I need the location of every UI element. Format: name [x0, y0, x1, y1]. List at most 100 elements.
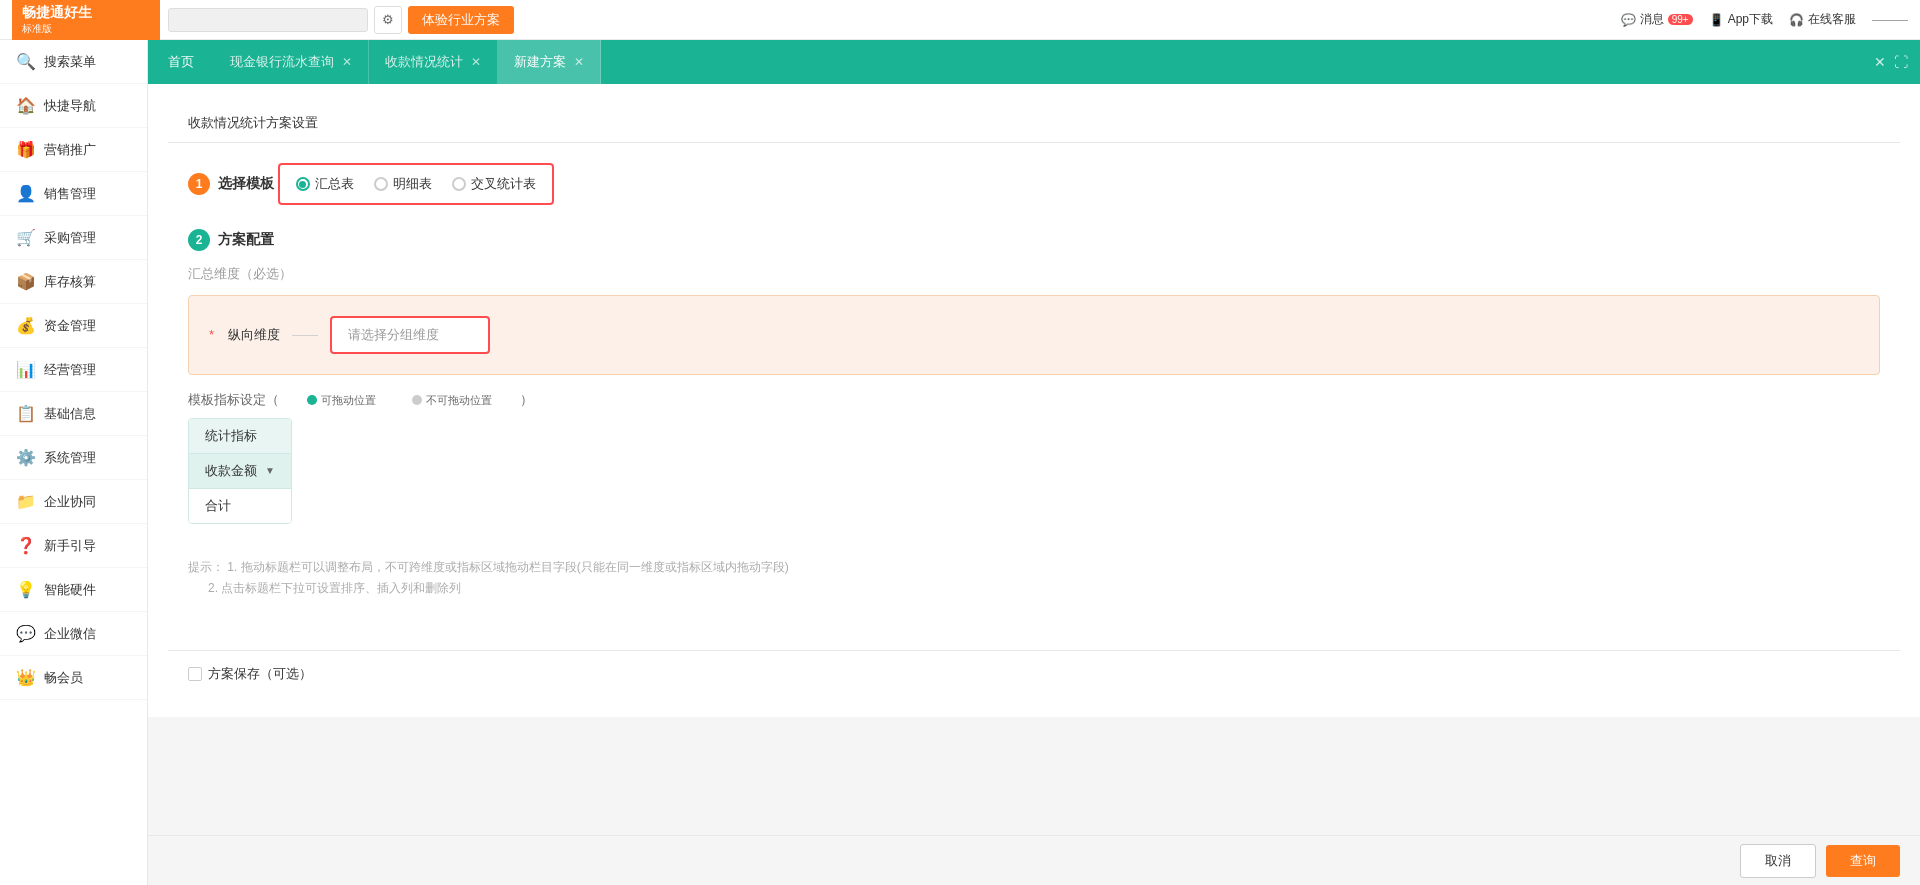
radio-cross-label: 交叉统计表 [471, 175, 536, 193]
service-label: 在线客服 [1808, 11, 1856, 28]
tab-close-all-button[interactable]: ✕ [1874, 54, 1886, 70]
sidebar-item-hardware[interactable]: 💡 智能硬件 [0, 568, 147, 612]
download-icon: 📱 [1709, 13, 1724, 27]
sidebar-item-enterprise[interactable]: 📁 企业协同 [0, 480, 147, 524]
sidebar-item-sales[interactable]: 👤 销售管理 [0, 172, 147, 216]
dimension-section-label: 汇总维度（必选） [188, 265, 1880, 283]
step2-circle: 2 [188, 229, 210, 251]
message-label: 消息 [1640, 11, 1664, 28]
inventory-icon: 📦 [16, 272, 36, 291]
tab-collection-stat-label: 收款情况统计 [385, 53, 463, 71]
message-badge: 99+ [1668, 14, 1693, 25]
metrics-table-header[interactable]: 统计指标 [189, 419, 291, 454]
user-area[interactable]: ——— [1872, 13, 1908, 27]
tab-home-label: 首页 [168, 53, 194, 71]
download-label: App下载 [1728, 11, 1773, 28]
dimension-box: * 纵向维度 —— 请选择分组维度 [188, 295, 1880, 375]
tab-new-plan-close[interactable]: ✕ [574, 55, 584, 69]
download-item[interactable]: 📱 App下载 [1709, 11, 1773, 28]
cancel-button[interactable]: 取消 [1740, 844, 1816, 878]
metrics-setting-close-paren: ） [520, 391, 533, 409]
step1-circle: 1 [188, 173, 210, 195]
radio-summary-label: 汇总表 [315, 175, 354, 193]
step2-title: 方案配置 [218, 231, 274, 249]
tab-home[interactable]: 首页 [148, 40, 214, 84]
service-item[interactable]: 🎧 在线客服 [1789, 11, 1856, 28]
sidebar-item-member[interactable]: 👑 畅会员 [0, 656, 147, 700]
sidebar-item-label: 企业微信 [44, 625, 96, 643]
tab-bank-flow[interactable]: 现金银行流水查询 ✕ [214, 40, 369, 84]
member-icon: 👑 [16, 668, 36, 687]
metrics-col1-header[interactable]: 收款金额 ▼ [189, 454, 291, 489]
quick-nav-icon: 🏠 [16, 96, 36, 115]
sidebar-item-label: 基础信息 [44, 405, 96, 423]
service-icon: 🎧 [1789, 13, 1804, 27]
dimension-select[interactable]: 请选择分组维度 [330, 316, 490, 354]
radio-summary[interactable]: 汇总表 [296, 175, 354, 193]
message-icon: 💬 [1621, 13, 1636, 27]
radio-detail[interactable]: 明细表 [374, 175, 432, 193]
sidebar-item-marketing[interactable]: 🎁 营销推广 [0, 128, 147, 172]
tips-title: 提示： 1. 拖动标题栏可以调整布局，不可跨维度或指标区域拖动栏目字段(只能在同… [188, 557, 1880, 579]
tab-new-plan[interactable]: 新建方案 ✕ [498, 40, 601, 84]
radio-cross[interactable]: 交叉统计表 [452, 175, 536, 193]
tab-maximize-button[interactable]: ⛶ [1894, 54, 1908, 70]
sidebar-item-quick-nav[interactable]: 🏠 快捷导航 [0, 84, 147, 128]
save-checkbox-area[interactable]: 方案保存（可选） [188, 665, 1880, 683]
tips-section: 提示： 1. 拖动标题栏可以调整布局，不可跨维度或指标区域拖动栏目字段(只能在同… [188, 547, 1880, 610]
template-selection-box: 汇总表 明细表 交叉统计表 [278, 163, 554, 205]
sidebar-item-label: 销售管理 [44, 185, 96, 203]
tab-bar-right: ✕ ⛶ [1874, 54, 1920, 70]
purchase-icon: 🛒 [16, 228, 36, 247]
enterprise-icon: 📁 [16, 492, 36, 511]
sidebar-item-capital[interactable]: 💰 资金管理 [0, 304, 147, 348]
metrics-setting-label: 模板指标设定（ [188, 391, 279, 409]
weichat-icon: 💬 [16, 624, 36, 643]
sidebar-item-weichat[interactable]: 💬 企业微信 [0, 612, 147, 656]
radio-summary-btn[interactable] [296, 177, 310, 191]
radio-cross-btn[interactable] [452, 177, 466, 191]
sales-icon: 👤 [16, 184, 36, 203]
beginner-icon: ❓ [16, 536, 36, 555]
save-label: 方案保存（可选） [208, 665, 312, 683]
gear-button[interactable]: ⚙ [374, 6, 402, 34]
sidebar-item-label: 企业协同 [44, 493, 96, 511]
sidebar-item-beginner[interactable]: ❓ 新手引导 [0, 524, 147, 568]
sidebar-item-label: 库存核算 [44, 273, 96, 291]
vertical-dimension-label: 纵向维度 [228, 326, 280, 344]
footer-save: 方案保存（可选） [168, 650, 1900, 697]
metrics-label-row: 模板指标设定（ 可拖动位置 不可拖动位置 ） [188, 391, 1880, 410]
sidebar-item-system[interactable]: ⚙️ 系统管理 [0, 436, 147, 480]
unmovable-label: 不可拖动位置 [426, 393, 492, 408]
unmovable-tag: 不可拖动位置 [404, 391, 500, 410]
sidebar-item-purchase[interactable]: 🛒 采购管理 [0, 216, 147, 260]
sidebar-item-label: 搜索菜单 [44, 53, 96, 71]
bottom-action-bar: 取消 查询 [148, 835, 1920, 885]
sidebar-item-label: 采购管理 [44, 229, 96, 247]
dimension-placeholder: 请选择分组维度 [348, 327, 439, 342]
logo-area: 畅捷通好生 标准版 [12, 0, 160, 40]
page-body: 收款情况统计方案设置 1 选择模板 汇总表 [148, 84, 1920, 717]
sidebar-item-search-menu[interactable]: 🔍 搜索菜单 [0, 40, 147, 84]
sidebar-item-basic[interactable]: 📋 基础信息 [0, 392, 147, 436]
save-checkbox[interactable] [188, 667, 202, 681]
tab-bank-flow-close[interactable]: ✕ [342, 55, 352, 69]
radio-detail-btn[interactable] [374, 177, 388, 191]
sidebar-item-operations[interactable]: 📊 经营管理 [0, 348, 147, 392]
sidebar-item-inventory[interactable]: 📦 库存核算 [0, 260, 147, 304]
tab-collection-stat[interactable]: 收款情况统计 ✕ [369, 40, 498, 84]
sidebar-item-label: 经营管理 [44, 361, 96, 379]
system-icon: ⚙️ [16, 448, 36, 467]
sidebar-item-label: 营销推广 [44, 141, 96, 159]
search-input[interactable] [168, 8, 368, 32]
sidebar: 🔍 搜索菜单 🏠 快捷导航 🎁 营销推广 👤 销售管理 🛒 采购管理 📦 库存核… [0, 40, 148, 885]
dropdown-arrow-icon: ▼ [265, 465, 275, 476]
capital-icon: 💰 [16, 316, 36, 335]
page-header-title: 收款情况统计方案设置 [188, 115, 318, 130]
tips-item1: 1. 拖动标题栏可以调整布局，不可跨维度或指标区域拖动栏目字段(只能在同一维度或… [227, 560, 788, 574]
metrics-stat-label: 统计指标 [205, 427, 257, 445]
trial-button[interactable]: 体验行业方案 [408, 6, 514, 34]
tab-collection-stat-close[interactable]: ✕ [471, 55, 481, 69]
message-item[interactable]: 💬 消息 99+ [1621, 11, 1693, 28]
query-button[interactable]: 查询 [1826, 845, 1900, 877]
